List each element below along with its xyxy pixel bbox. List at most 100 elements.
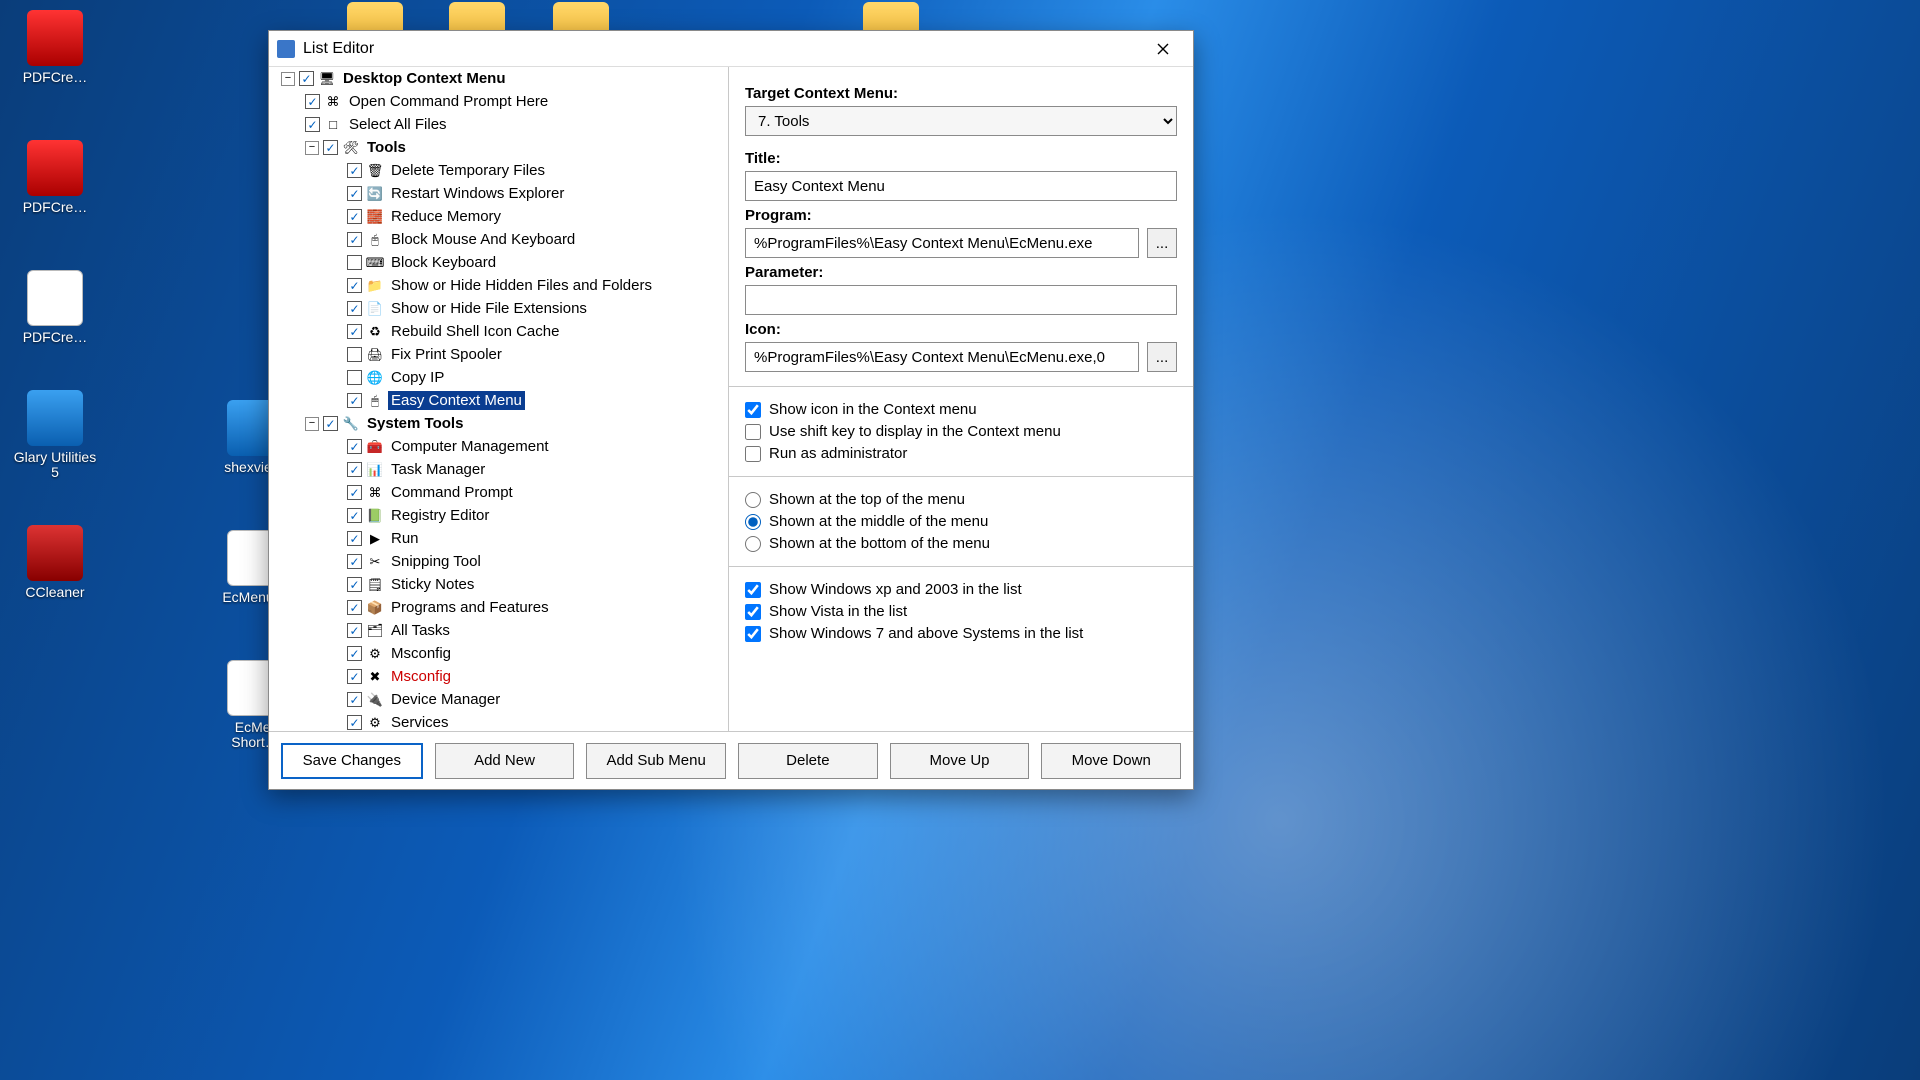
tree-node[interactable]: 🌐Copy IP bbox=[269, 366, 728, 389]
add-new-button[interactable]: Add New bbox=[435, 743, 575, 779]
tree-checkbox[interactable] bbox=[347, 462, 362, 477]
desktop-icon[interactable]: PDFCre… bbox=[10, 270, 100, 345]
target-select[interactable]: 7. Tools bbox=[745, 106, 1177, 136]
tree-checkbox[interactable] bbox=[347, 508, 362, 523]
tree-node[interactable]: ⚙Msconfig bbox=[269, 642, 728, 665]
tree-scroll[interactable]: −🖥Desktop Context Menu⌘Open Command Prom… bbox=[269, 67, 728, 731]
tree-checkbox[interactable] bbox=[347, 163, 362, 178]
tree-checkbox[interactable] bbox=[323, 140, 338, 155]
tree-node[interactable]: ⌘Open Command Prompt Here bbox=[269, 90, 728, 113]
option-checkbox[interactable]: Show Windows 7 and above Systems in the … bbox=[745, 625, 1177, 642]
tree-checkbox[interactable] bbox=[347, 347, 362, 362]
tree-node[interactable]: 📁Show or Hide Hidden Files and Folders bbox=[269, 274, 728, 297]
tree-checkbox[interactable] bbox=[347, 393, 362, 408]
tree-node[interactable]: 📄Show or Hide File Extensions bbox=[269, 297, 728, 320]
tree-node[interactable]: −🔧System Tools bbox=[269, 412, 728, 435]
option-checkbox[interactable]: Show Vista in the list bbox=[745, 603, 1177, 620]
tree-checkbox[interactable] bbox=[347, 623, 362, 638]
desktop-icon[interactable]: Glary Utilities 5 bbox=[10, 390, 100, 481]
program-input[interactable] bbox=[745, 228, 1139, 258]
desktop-icon[interactable]: PDFCre… bbox=[10, 10, 100, 85]
tree-node[interactable]: ✂Snipping Tool bbox=[269, 550, 728, 573]
radio-input[interactable] bbox=[745, 536, 761, 552]
tree-checkbox[interactable] bbox=[305, 117, 320, 132]
add-sub-menu-button[interactable]: Add Sub Menu bbox=[586, 743, 726, 779]
option-checkbox[interactable]: Show Windows xp and 2003 in the list bbox=[745, 581, 1177, 598]
tree-node[interactable]: ▶Run bbox=[269, 527, 728, 550]
position-radio[interactable]: Shown at the top of the menu bbox=[745, 491, 1177, 508]
tree-node[interactable]: 🗑Delete Temporary Files bbox=[269, 159, 728, 182]
icon-browse-button[interactable]: ... bbox=[1147, 342, 1177, 372]
titlebar[interactable]: List Editor bbox=[269, 31, 1193, 67]
expand-toggle[interactable]: − bbox=[305, 141, 319, 155]
tree-node[interactable]: 📦Programs and Features bbox=[269, 596, 728, 619]
program-browse-button[interactable]: ... bbox=[1147, 228, 1177, 258]
tree-node[interactable]: ⌨Block Keyboard bbox=[269, 251, 728, 274]
checkbox-input[interactable] bbox=[745, 402, 761, 418]
tree-checkbox[interactable] bbox=[299, 71, 314, 86]
position-radio[interactable]: Shown at the middle of the menu bbox=[745, 513, 1177, 530]
tree-checkbox[interactable] bbox=[347, 577, 362, 592]
tree-node[interactable]: −🖥Desktop Context Menu bbox=[269, 67, 728, 90]
tree-node[interactable]: 🧰Computer Management bbox=[269, 435, 728, 458]
expand-toggle[interactable]: − bbox=[305, 417, 319, 431]
tree-node[interactable]: 🔌Device Manager bbox=[269, 688, 728, 711]
position-radio[interactable]: Shown at the bottom of the menu bbox=[745, 535, 1177, 552]
move-down-button[interactable]: Move Down bbox=[1041, 743, 1181, 779]
save-changes-button[interactable]: Save Changes bbox=[281, 743, 423, 779]
checkbox-input[interactable] bbox=[745, 626, 761, 642]
tree-node[interactable]: ⌘Command Prompt bbox=[269, 481, 728, 504]
tree-node[interactable]: ♻Rebuild Shell Icon Cache bbox=[269, 320, 728, 343]
tree-checkbox[interactable] bbox=[347, 301, 362, 316]
tree-checkbox[interactable] bbox=[347, 485, 362, 500]
tree-node[interactable]: 🗒Sticky Notes bbox=[269, 573, 728, 596]
checkbox-input[interactable] bbox=[745, 446, 761, 462]
tree-node[interactable]: ✖Msconfig bbox=[269, 665, 728, 688]
tree-checkbox[interactable] bbox=[347, 692, 362, 707]
option-checkbox[interactable]: Use shift key to display in the Context … bbox=[745, 423, 1177, 440]
tree-node[interactable]: −🛠Tools bbox=[269, 136, 728, 159]
desktop-icon[interactable]: PDFCre… bbox=[10, 140, 100, 215]
tree-checkbox[interactable] bbox=[347, 554, 362, 569]
option-checkbox[interactable]: Show icon in the Context menu bbox=[745, 401, 1177, 418]
tree-node[interactable]: 🖰Block Mouse And Keyboard bbox=[269, 228, 728, 251]
tree-checkbox[interactable] bbox=[323, 416, 338, 431]
tree-checkbox[interactable] bbox=[347, 646, 362, 661]
icon-input[interactable] bbox=[745, 342, 1139, 372]
tree-checkbox[interactable] bbox=[347, 186, 362, 201]
tree-checkbox[interactable] bbox=[347, 209, 362, 224]
expand-toggle[interactable]: − bbox=[281, 72, 295, 86]
tree-checkbox[interactable] bbox=[347, 715, 362, 730]
tree-checkbox[interactable] bbox=[347, 439, 362, 454]
tree-node[interactable]: 🖱Easy Context Menu bbox=[269, 389, 728, 412]
tree-checkbox[interactable] bbox=[347, 531, 362, 546]
tree-checkbox[interactable] bbox=[347, 324, 362, 339]
tree-checkbox[interactable] bbox=[347, 278, 362, 293]
radio-input[interactable] bbox=[745, 514, 761, 530]
checkbox-input[interactable] bbox=[745, 604, 761, 620]
checkbox-input[interactable] bbox=[745, 582, 761, 598]
tree-node[interactable]: 🖨Fix Print Spooler bbox=[269, 343, 728, 366]
tree-checkbox[interactable] bbox=[347, 255, 362, 270]
title-input[interactable] bbox=[745, 171, 1177, 201]
tree-checkbox[interactable] bbox=[347, 669, 362, 684]
tree-node[interactable]: 🗂All Tasks bbox=[269, 619, 728, 642]
option-checkbox[interactable]: Run as administrator bbox=[745, 445, 1177, 462]
checkbox-input[interactable] bbox=[745, 424, 761, 440]
tree-node[interactable]: 📊Task Manager bbox=[269, 458, 728, 481]
move-up-button[interactable]: Move Up bbox=[890, 743, 1030, 779]
close-button[interactable] bbox=[1141, 35, 1185, 63]
tree-checkbox[interactable] bbox=[347, 600, 362, 615]
delete-button[interactable]: Delete bbox=[738, 743, 878, 779]
tree-node[interactable]: 🧱Reduce Memory bbox=[269, 205, 728, 228]
tree-checkbox[interactable] bbox=[347, 370, 362, 385]
tree-node[interactable]: □Select All Files bbox=[269, 113, 728, 136]
tree-node[interactable]: ⚙Services bbox=[269, 711, 728, 731]
tree-node[interactable]: 🔄Restart Windows Explorer bbox=[269, 182, 728, 205]
parameter-input[interactable] bbox=[745, 285, 1177, 315]
tree-node[interactable]: 📗Registry Editor bbox=[269, 504, 728, 527]
tree-checkbox[interactable] bbox=[305, 94, 320, 109]
desktop-icon[interactable]: CCleaner bbox=[10, 525, 100, 600]
tree-checkbox[interactable] bbox=[347, 232, 362, 247]
radio-input[interactable] bbox=[745, 492, 761, 508]
